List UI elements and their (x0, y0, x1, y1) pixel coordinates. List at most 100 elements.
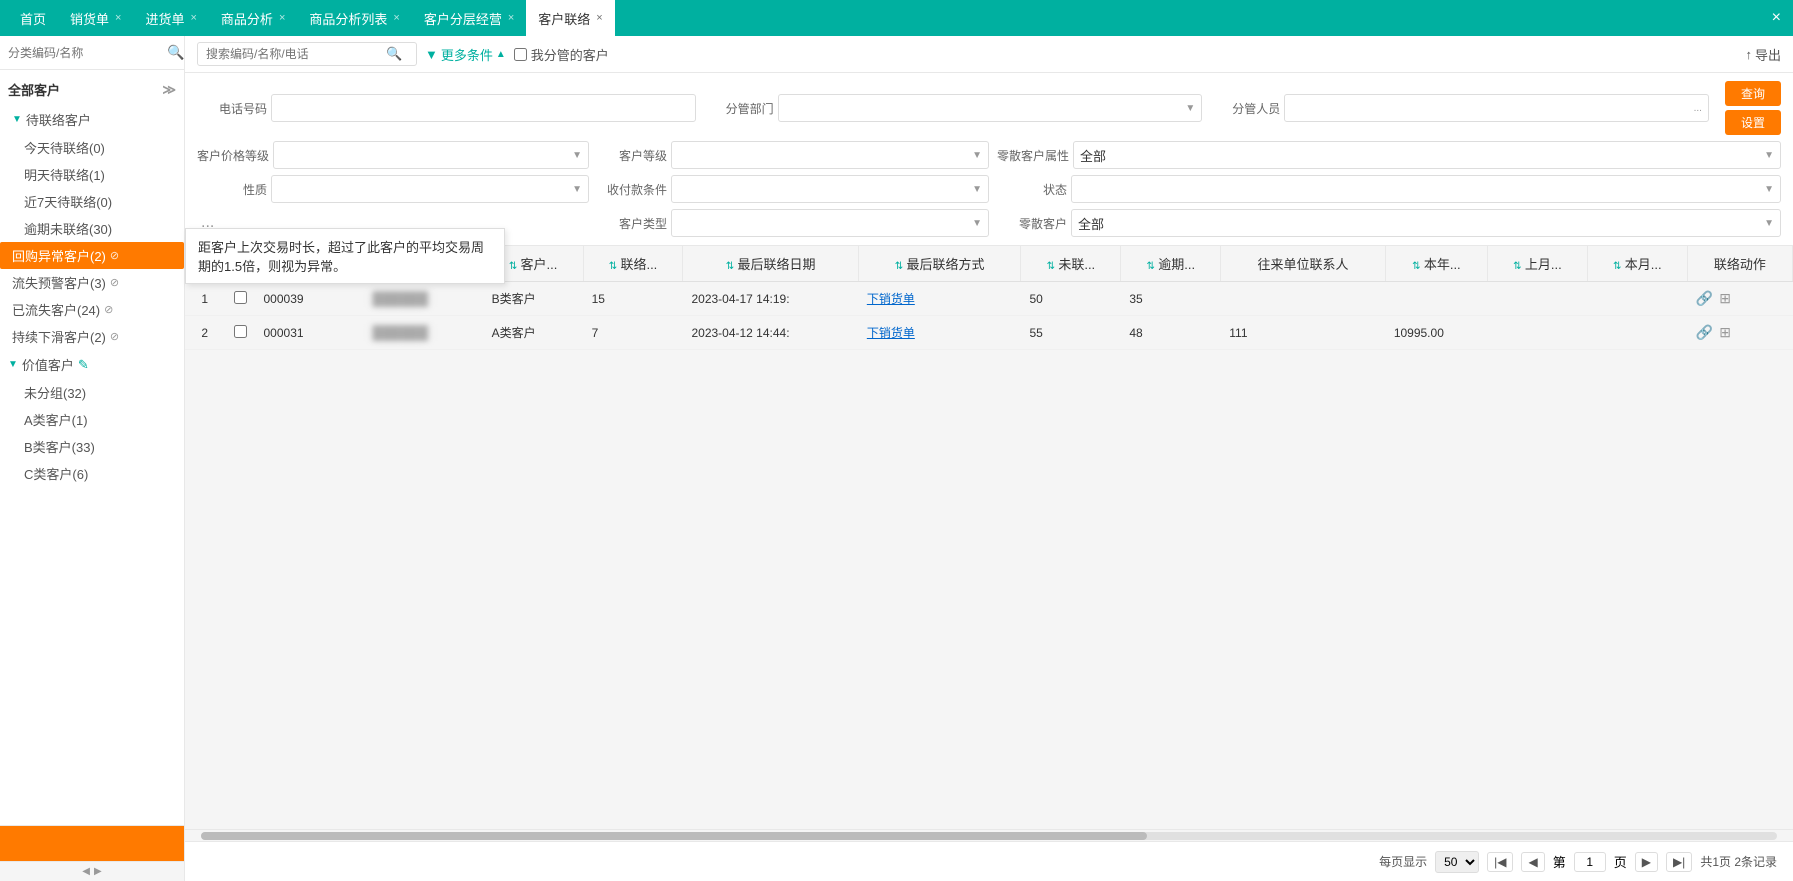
close-product-analysis-icon[interactable]: × (279, 12, 285, 24)
nav-customer-contact[interactable]: 客户联络 × (526, 0, 614, 36)
row2-unlink-days: 55 (1021, 316, 1121, 350)
next-page-btn[interactable]: ▶ (1635, 852, 1658, 872)
row2-unit-contact: 111 (1221, 316, 1386, 350)
search-input[interactable] (206, 47, 386, 61)
pending-section[interactable]: ▼ 待联络客户 (0, 105, 184, 134)
row2-last-month (1487, 316, 1587, 350)
row2-this-month (1587, 316, 1687, 350)
sidebar-expand-btn[interactable]: ◀ ▶ (0, 861, 184, 881)
value-customer-section[interactable]: ▼ 价值客户 ✎ (0, 350, 184, 379)
sidebar-item-today-pending[interactable]: 今天待联络(0) (0, 134, 184, 161)
filter-row-3: 性质 ▼ 收付款条件 ▼ 状态 (197, 175, 1781, 203)
sort-icon-thismonth[interactable]: ⇅ (1613, 261, 1621, 272)
status-select[interactable]: ▼ (1071, 175, 1781, 203)
close-sales-icon[interactable]: × (115, 12, 121, 24)
grade-field: 客户等级 ▼ (597, 141, 989, 169)
sidebar-item-class-c[interactable]: C类客户(6) (0, 460, 184, 487)
gender-select[interactable]: ▼ (271, 175, 589, 203)
tree-collapse-icon[interactable]: ≫ (162, 82, 176, 98)
row1-last-contact-method[interactable]: 下销货单 (858, 282, 1021, 316)
window-close-button[interactable]: × (1772, 9, 1781, 27)
payment-field: 收付款条件 ▼ (597, 175, 989, 203)
person-select[interactable]: ... (1284, 94, 1709, 122)
page-input[interactable] (1574, 852, 1606, 872)
value-arrow: ▼ (8, 359, 18, 370)
search-icon[interactable]: 🔍 (386, 46, 402, 62)
sidebar-item-class-a[interactable]: A类客户(1) (0, 406, 184, 433)
nav-home[interactable]: 首页 (8, 0, 58, 36)
my-customers-checkbox-label[interactable]: 我分管的客户 (514, 45, 609, 64)
per-page-select[interactable]: 50 (1435, 851, 1479, 873)
sidebar-item-ungroup[interactable]: 未分组(32) (0, 379, 184, 406)
horizontal-scrollbar[interactable] (185, 829, 1793, 841)
sidebar-search-input[interactable] (8, 46, 163, 60)
row1-contact-link[interactable]: 下销货单 (867, 292, 915, 306)
row2-link-icon[interactable]: 🔗 (1696, 324, 1713, 341)
gender-label: 性质 (197, 181, 267, 198)
sidebar-bottom-bar (0, 825, 184, 861)
sort-icon-method[interactable]: ⇅ (895, 261, 903, 272)
row2-checkbox-cell[interactable] (225, 316, 255, 350)
price-grade-select[interactable]: ▼ (273, 141, 589, 169)
sidebar-search-icon[interactable]: 🔍 (167, 44, 184, 61)
sidebar-item-overdue-pending[interactable]: 逾期未联络(30) (0, 215, 184, 242)
gender-caret-icon: ▼ (572, 184, 582, 195)
retail-attr-select[interactable]: 全部 ▼ (1073, 141, 1781, 169)
customer-type-select[interactable]: ▼ (671, 209, 989, 237)
sidebar-item-class-b[interactable]: B类客户(33) (0, 433, 184, 460)
value-customer-edit-icon[interactable]: ✎ (78, 357, 89, 373)
payment-select[interactable]: ▼ (671, 175, 989, 203)
row1-link-icon[interactable]: 🔗 (1696, 290, 1713, 307)
sidebar-item-continuous-down[interactable]: 持续下滑客户(2) ⊘ (0, 323, 184, 350)
nav-sales[interactable]: 销货单 × (58, 0, 133, 36)
all-customers-header[interactable]: 全部客户 ≫ (0, 74, 184, 105)
more-conditions-btn[interactable]: ▼ 更多条件 ▲ (425, 45, 506, 64)
sidebar-item-lost-pre[interactable]: 流失预警客户(3) ⊘ (0, 269, 184, 296)
sort-icon-type[interactable]: ⇅ (509, 261, 517, 272)
close-product-analysis-list-icon[interactable]: × (393, 12, 399, 24)
nav-customer-segment[interactable]: 客户分层经营 × (412, 0, 526, 36)
th-unlink-days: ⇅ 未联... (1021, 246, 1121, 282)
row1-unit-contact (1221, 282, 1386, 316)
nav-purchase[interactable]: 进货单 × (133, 0, 208, 36)
close-purchase-icon[interactable]: × (190, 12, 196, 24)
table-row: 1 000039 ██████ B类客户 15 2023-04-17 14:19… (185, 282, 1793, 316)
nav-product-analysis[interactable]: 商品分析 × (209, 0, 297, 36)
retail-customer-select[interactable]: 全部 ▼ (1071, 209, 1781, 237)
phone-input[interactable] (271, 94, 696, 122)
settings-button[interactable]: 设置 (1725, 110, 1781, 135)
close-customer-contact-icon[interactable]: × (596, 12, 602, 24)
query-button[interactable]: 查询 (1725, 81, 1781, 106)
sort-icon-lastmonth[interactable]: ⇅ (1513, 261, 1521, 272)
prev-page-btn[interactable]: ◀ (1521, 852, 1544, 872)
close-customer-segment-icon[interactable]: × (508, 12, 514, 24)
row2-grid-icon[interactable]: ⊞ (1719, 324, 1731, 341)
sort-icon-date[interactable]: ⇅ (726, 261, 734, 272)
row1-grid-icon[interactable]: ⊞ (1719, 290, 1731, 307)
row1-checkbox[interactable] (234, 291, 247, 304)
row2-last-contact-method[interactable]: 下销货单 (858, 316, 1021, 350)
customer-type-field: 客户类型 ▼ (597, 209, 989, 237)
sidebar-item-7days-pending[interactable]: 近7天待联络(0) (0, 188, 184, 215)
scrollbar-thumb[interactable] (201, 832, 1147, 840)
sort-icon-year[interactable]: ⇅ (1412, 261, 1420, 272)
row2-checkbox[interactable] (234, 325, 247, 338)
last-page-btn[interactable]: ▶| (1666, 852, 1692, 872)
sort-icon-overdue[interactable]: ⇅ (1147, 261, 1155, 272)
my-customers-checkbox[interactable] (514, 48, 527, 61)
first-page-btn[interactable]: |◀ (1487, 852, 1513, 872)
dept-field: 分管部门 ▼ (704, 94, 1203, 122)
grade-select[interactable]: ▼ (671, 141, 989, 169)
export-button[interactable]: ↑ 导出 (1745, 45, 1781, 64)
row2-contact-link[interactable]: 下销货单 (867, 326, 915, 340)
sort-icon-unlink[interactable]: ⇅ (1047, 261, 1055, 272)
sidebar-item-repurchase-abnormal[interactable]: 回购异常客户(2) ⊘ (0, 242, 184, 269)
dept-select[interactable]: ▼ (778, 94, 1203, 122)
sort-icon-contact[interactable]: ⇅ (609, 261, 617, 272)
person-ellipsis-icon: ... (1694, 103, 1702, 114)
sidebar-item-already-lost[interactable]: 已流失客户(24) ⊘ (0, 296, 184, 323)
lost-pre-info-icon: ⊘ (110, 276, 119, 289)
sidebar-item-tomorrow-pending[interactable]: 明天待联络(1) (0, 161, 184, 188)
nav-product-analysis-list[interactable]: 商品分析列表 × (297, 0, 411, 36)
row1-checkbox-cell[interactable] (225, 282, 255, 316)
